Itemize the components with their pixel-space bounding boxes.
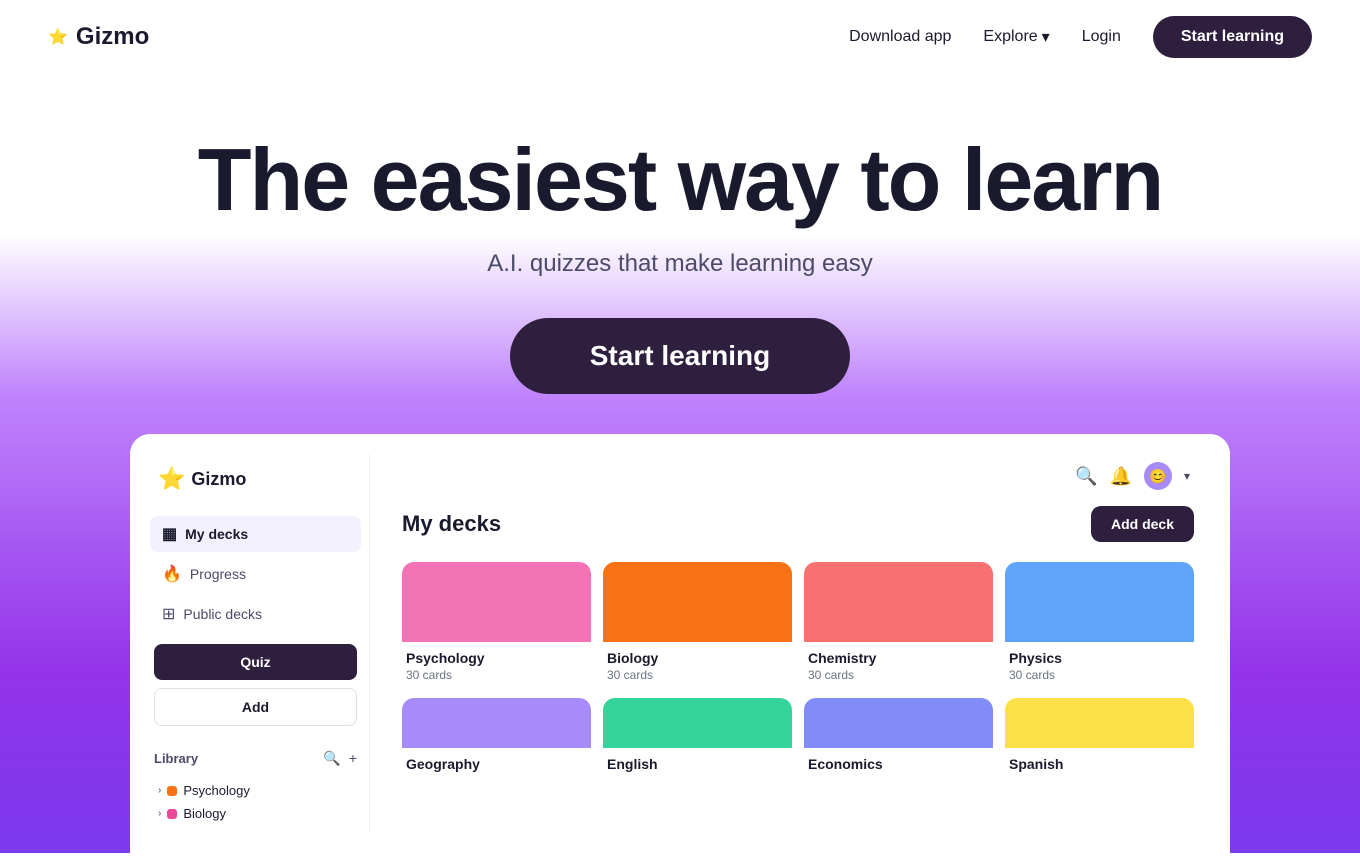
- deck-name-biology: Biology: [607, 650, 788, 666]
- hero-title: The easiest way to learn: [48, 134, 1312, 226]
- sidebar-item-my-decks-label: My decks: [185, 526, 248, 542]
- deck-name-psychology: Psychology: [406, 650, 587, 666]
- deck-card-english[interactable]: English: [603, 698, 792, 776]
- quiz-button[interactable]: Quiz: [154, 644, 357, 680]
- deck-card-biology[interactable]: Biology 30 cards: [603, 562, 792, 686]
- preview-topbar: 🔍 🔔 😊 ▾: [402, 462, 1194, 490]
- deck-name-physics: Physics: [1009, 650, 1190, 666]
- add-deck-button[interactable]: Add deck: [1091, 506, 1194, 542]
- deck-name-spanish: Spanish: [1009, 756, 1190, 772]
- app-preview: ⭐ Gizmo ▦ My decks 🔥 Progress ⊞ Public d…: [130, 434, 1230, 853]
- nav-links: Download app Explore ▾ Login Start learn…: [849, 16, 1312, 58]
- deck-card-physics[interactable]: Physics 30 cards: [1005, 562, 1194, 686]
- bell-icon[interactable]: 🔔: [1110, 466, 1132, 487]
- avatar-chevron-icon[interactable]: ▾: [1184, 469, 1190, 483]
- explore-label: Explore: [983, 28, 1037, 46]
- sidebar: ⭐ Gizmo ▦ My decks 🔥 Progress ⊞ Public d…: [150, 454, 370, 833]
- logo-star-icon: ⭐: [48, 27, 68, 47]
- topbar-icons: 🔍 🔔 😊 ▾: [1075, 462, 1190, 490]
- deck-color-chemistry: [804, 562, 993, 642]
- grid-icon: ⊞: [162, 604, 175, 624]
- deck-grid: Psychology 30 cards Biology 30 cards Che…: [402, 562, 1194, 776]
- chevron-right-icon-2: ›: [158, 808, 161, 819]
- sidebar-logo: ⭐ Gizmo: [150, 462, 361, 496]
- deck-count-physics: 30 cards: [1009, 668, 1190, 682]
- navbar: ⭐ Gizmo Download app Explore ▾ Login Sta…: [0, 0, 1360, 74]
- logo[interactable]: ⭐ Gizmo: [48, 23, 149, 51]
- library-add-icon[interactable]: +: [349, 750, 357, 767]
- add-button[interactable]: Add: [154, 688, 357, 726]
- sidebar-action-buttons: Quiz Add: [150, 644, 361, 726]
- main-content: 🔍 🔔 😊 ▾ My decks Add deck Psychology 30 …: [386, 454, 1210, 833]
- search-icon[interactable]: 🔍: [1075, 466, 1097, 487]
- main-header: My decks Add deck: [402, 506, 1194, 542]
- deck-card-psychology[interactable]: Psychology 30 cards: [402, 562, 591, 686]
- nav-start-learning-button[interactable]: Start learning: [1153, 16, 1312, 58]
- deck-name-economics: Economics: [808, 756, 989, 772]
- download-app-link[interactable]: Download app: [849, 28, 951, 46]
- avatar[interactable]: 😊: [1144, 462, 1172, 490]
- explore-dropdown[interactable]: Explore ▾: [983, 27, 1049, 47]
- main-content-title: My decks: [402, 511, 501, 537]
- sidebar-logo-text: Gizmo: [191, 469, 246, 490]
- deck-name-chemistry: Chemistry: [808, 650, 989, 666]
- sidebar-star-icon: ⭐: [158, 466, 185, 492]
- sidebar-item-public-decks[interactable]: ⊞ Public decks: [150, 596, 361, 632]
- hero-section: The easiest way to learn A.I. quizzes th…: [0, 74, 1360, 394]
- login-link[interactable]: Login: [1082, 28, 1121, 46]
- chevron-right-icon: ›: [158, 785, 161, 796]
- library-item-psychology[interactable]: › Psychology: [150, 779, 361, 802]
- deck-color-economics: [804, 698, 993, 748]
- psychology-color-dot: [167, 786, 177, 796]
- sidebar-item-public-decks-label: Public decks: [183, 606, 262, 622]
- deck-count-psychology: 30 cards: [406, 668, 587, 682]
- deck-color-geography: [402, 698, 591, 748]
- sidebar-item-progress-label: Progress: [190, 566, 246, 582]
- deck-color-physics: [1005, 562, 1194, 642]
- deck-count-chemistry: 30 cards: [808, 668, 989, 682]
- deck-name-english: English: [607, 756, 788, 772]
- biology-color-dot: [167, 809, 177, 819]
- deck-card-geography[interactable]: Geography: [402, 698, 591, 776]
- deck-color-psychology: [402, 562, 591, 642]
- hero-start-learning-button[interactable]: Start learning: [510, 318, 850, 394]
- library-biology-label: Biology: [183, 806, 226, 821]
- hero-subtitle: A.I. quizzes that make learning easy: [48, 250, 1312, 278]
- deck-color-spanish: [1005, 698, 1194, 748]
- bar-chart-icon: ▦: [162, 524, 177, 544]
- deck-card-chemistry[interactable]: Chemistry 30 cards: [804, 562, 993, 686]
- chevron-down-icon: ▾: [1042, 27, 1050, 47]
- library-actions: 🔍 +: [323, 750, 357, 767]
- library-search-icon[interactable]: 🔍: [323, 750, 340, 767]
- deck-card-economics[interactable]: Economics: [804, 698, 993, 776]
- deck-name-geography: Geography: [406, 756, 587, 772]
- flame-icon: 🔥: [162, 564, 182, 584]
- library-item-biology[interactable]: › Biology: [150, 802, 361, 825]
- library-title: Library: [154, 751, 198, 766]
- sidebar-item-progress[interactable]: 🔥 Progress: [150, 556, 361, 592]
- library-psychology-label: Psychology: [183, 783, 249, 798]
- logo-text: Gizmo: [76, 23, 149, 51]
- library-header: Library 🔍 +: [150, 746, 361, 771]
- deck-card-spanish[interactable]: Spanish: [1005, 698, 1194, 776]
- deck-color-english: [603, 698, 792, 748]
- app-preview-wrapper: ⭐ Gizmo ▦ My decks 🔥 Progress ⊞ Public d…: [0, 394, 1360, 853]
- deck-color-biology: [603, 562, 792, 642]
- deck-count-biology: 30 cards: [607, 668, 788, 682]
- sidebar-item-my-decks[interactable]: ▦ My decks: [150, 516, 361, 552]
